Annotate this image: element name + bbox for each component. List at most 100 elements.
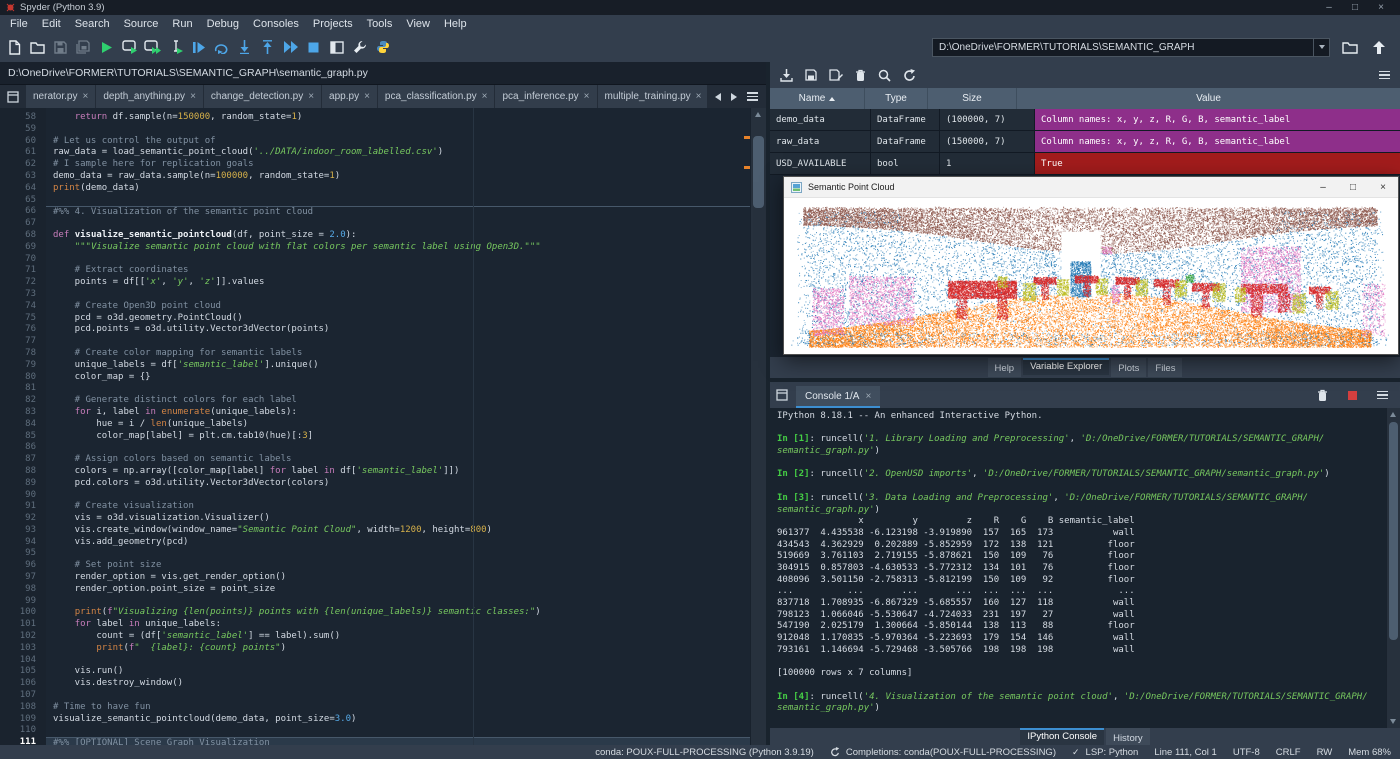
code-line[interactable] <box>46 195 751 207</box>
close-button[interactable]: × <box>1368 0 1394 15</box>
preferences-wrench-button[interactable] <box>348 35 371 59</box>
code-line[interactable]: color_map = {} <box>46 372 751 384</box>
import-data-button[interactable] <box>780 68 793 82</box>
code-line[interactable]: colors = np.array([color_map[label] for … <box>46 466 751 478</box>
code-line[interactable] <box>46 336 751 348</box>
tab-ipython-console[interactable]: IPython Console <box>1020 728 1105 745</box>
code-line[interactable] <box>46 490 751 502</box>
code-line[interactable]: color_map[label] = plt.cm.tab10(hue)[:3] <box>46 431 751 443</box>
code-line[interactable] <box>46 655 751 667</box>
code-line[interactable]: pcd = o3d.geometry.PointCloud() <box>46 313 751 325</box>
code-line[interactable]: pcd.colors = o3d.utility.Vector3dVector(… <box>46 478 751 490</box>
stop-debug-button[interactable] <box>302 35 325 59</box>
run-file-button[interactable] <box>95 35 118 59</box>
code-line[interactable]: print(f" {label}: {count} points") <box>46 643 751 655</box>
code-line[interactable]: # Generate distinct colors for each labe… <box>46 395 751 407</box>
code-line[interactable] <box>46 218 751 230</box>
menu-item-tools[interactable]: Tools <box>360 18 400 30</box>
minimize-button[interactable]: – <box>1316 0 1342 15</box>
working-directory-combobox[interactable]: D:\OneDrive\FORMER\TUTORIALS\SEMANTIC_GR… <box>932 37 1330 57</box>
code-line[interactable]: # I sample here for replication goals <box>46 159 751 171</box>
code-editor[interactable]: 58 59 60 61 62 63 64 65 66 67 68 69 70 71 72 73 74 75 76 77… <box>0 108 766 745</box>
step-return-button[interactable] <box>256 35 279 59</box>
menu-item-run[interactable]: Run <box>165 18 199 30</box>
tab-help[interactable]: Help <box>987 358 1022 377</box>
python-env-button[interactable] <box>371 35 394 59</box>
code-line[interactable]: #%% 4. Visualization of the semantic poi… <box>46 206 751 218</box>
save-button[interactable] <box>49 35 72 59</box>
code-line[interactable]: vis = o3d.visualization.Visualizer() <box>46 513 751 525</box>
editor-options-menu-icon[interactable] <box>747 92 758 101</box>
refresh-variables-button[interactable] <box>903 68 916 82</box>
code-line[interactable]: vis.run() <box>46 666 751 678</box>
code-line[interactable]: visualize_semantic_pointcloud(demo_data,… <box>46 714 751 726</box>
chevron-down-icon[interactable] <box>1313 38 1329 56</box>
code-line[interactable]: # Assign colors based on semantic labels <box>46 454 751 466</box>
save-data-button[interactable] <box>805 69 817 81</box>
code-line[interactable]: # Time to have fun <box>46 702 751 714</box>
code-line[interactable]: vis.add_geometry(pcd) <box>46 537 751 549</box>
variable-row-raw_data[interactable]: raw_data DataFrame (150000, 7) Column names… <box>770 131 1400 153</box>
code-line[interactable]: pcd.points = o3d.utility.Vector3dVector(… <box>46 324 751 336</box>
close-icon[interactable]: × <box>865 391 871 402</box>
run-cell-advance-button[interactable] <box>141 35 164 59</box>
code-line[interactable]: #%% [OPTIONAL] Scene Graph Visualization <box>46 737 751 745</box>
save-all-button[interactable] <box>72 35 95 59</box>
console-options-icon[interactable] <box>1377 390 1388 400</box>
close-icon[interactable]: × <box>82 91 88 102</box>
parent-directory-button[interactable] <box>1367 35 1390 59</box>
editor-scrollbar-thumb[interactable] <box>753 136 764 208</box>
code-line[interactable]: raw_data = load_semantic_point_cloud('..… <box>46 147 751 159</box>
code-line[interactable]: for i, label in enumerate(unique_labels)… <box>46 407 751 419</box>
column-header-type[interactable]: Type <box>865 88 928 109</box>
code-line[interactable] <box>46 596 751 608</box>
close-icon[interactable]: × <box>308 91 314 102</box>
point-cloud-window-titlebar[interactable]: Semantic Point Cloud – □ × <box>784 177 1398 198</box>
code-line[interactable]: # Create color mapping for semantic labe… <box>46 348 751 360</box>
code-line[interactable]: vis.destroy_window() <box>46 678 751 690</box>
code-line[interactable]: unique_labels = df['semantic_label'].uni… <box>46 360 751 372</box>
code-line[interactable]: # Create visualization <box>46 501 751 513</box>
maximize-pane-button[interactable] <box>325 35 348 59</box>
editor-scrollbar[interactable] <box>750 108 766 745</box>
code-line[interactable]: """Visualize semantic point cloud with f… <box>46 242 751 254</box>
code-line[interactable]: render_option = vis.get_render_option() <box>46 572 751 584</box>
console-scrollbar-thumb[interactable] <box>1389 422 1398 640</box>
debug-file-button[interactable] <box>187 35 210 59</box>
console-tab[interactable]: Console 1/A × <box>796 386 881 408</box>
console-output[interactable]: IPython 8.18.1 -- An enhanced Interactiv… <box>770 408 1400 728</box>
editor-tab-change_detection-py[interactable]: change_detection.py × <box>203 85 322 108</box>
tab-scroll-right-button[interactable] <box>731 92 737 101</box>
code-line[interactable]: return df.sample(n=150000, random_state=… <box>46 112 751 124</box>
tab-scroll-left-button[interactable] <box>715 92 721 101</box>
code-line[interactable] <box>46 725 751 737</box>
variable-row-demo_data[interactable]: demo_data DataFrame (100000, 7) Column name… <box>770 109 1400 131</box>
menu-item-edit[interactable]: Edit <box>35 18 68 30</box>
code-line[interactable]: # Extract coordinates <box>46 265 751 277</box>
menu-item-file[interactable]: File <box>3 18 35 30</box>
browse-tabs-icon[interactable] <box>0 85 26 108</box>
close-icon[interactable]: × <box>190 91 196 102</box>
console-scrollbar[interactable] <box>1386 408 1400 728</box>
scroll-up-icon[interactable] <box>1390 412 1396 417</box>
run-cell-button[interactable] <box>118 35 141 59</box>
close-button[interactable]: × <box>1368 177 1398 197</box>
column-header-size[interactable]: Size <box>928 88 1017 109</box>
run-current-line-button[interactable] <box>210 35 233 59</box>
code-line[interactable]: for label in unique_labels: <box>46 619 751 631</box>
editor-tab-app-py[interactable]: app.py × <box>322 85 377 108</box>
menu-item-consoles[interactable]: Consoles <box>246 18 306 30</box>
variable-row-usd_available[interactable]: USD_AVAILABLE bool 1 True <box>770 153 1400 175</box>
menu-item-view[interactable]: View <box>399 18 437 30</box>
remove-console-variables-button[interactable] <box>1317 389 1328 402</box>
code-line[interactable]: render_option.point_size = point_size <box>46 584 751 596</box>
menu-item-search[interactable]: Search <box>68 18 117 30</box>
editor-tab-depth_anything-py[interactable]: depth_anything.py × <box>96 85 203 108</box>
run-selection-button[interactable] <box>164 35 187 59</box>
search-variable-icon[interactable] <box>878 69 891 82</box>
code-line[interactable]: points = df[['x', 'y', 'z']].values <box>46 277 751 289</box>
remove-variable-button[interactable] <box>855 69 866 82</box>
new-file-button[interactable] <box>3 35 26 59</box>
code-line[interactable]: vis.create_window(window_name="Semantic … <box>46 525 751 537</box>
code-line[interactable] <box>46 442 751 454</box>
